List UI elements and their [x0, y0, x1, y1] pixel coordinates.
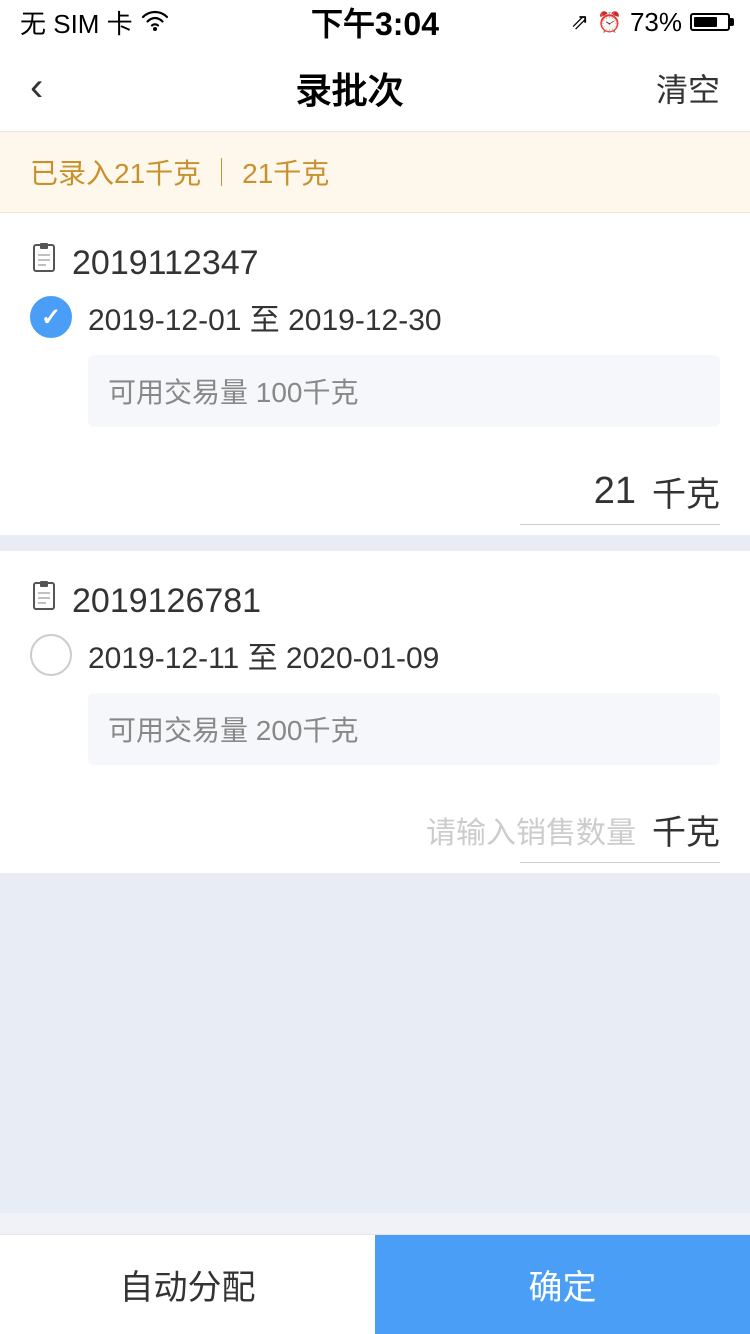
battery-percent: 73%: [630, 7, 682, 38]
batch-item-2: 2019126781 2019-12-11 至 2020-01-09 可用交易量…: [0, 551, 750, 785]
page-title: 录批次: [296, 62, 404, 114]
batch-2-date: 2019-12-11 至 2020-01-09: [88, 633, 439, 677]
status-time: 下午3:04: [311, 0, 439, 45]
recorded-label: 已录入21千克: [30, 152, 201, 192]
batch-1-quantity-underline: [520, 524, 720, 525]
batch-2-input-row: 请输入销售数量 千克: [0, 785, 750, 873]
batch-1-quantity-value: 21: [594, 470, 636, 513]
batch-1-icon: [30, 243, 62, 283]
clear-button[interactable]: 清空: [656, 65, 720, 111]
empty-space: [0, 873, 750, 1213]
batch-2-number: 2019126781: [72, 582, 261, 621]
batch-2-input-underline: [520, 862, 720, 863]
batch-item-1: 2019112347 2019-12-01 至 2019-12-30 可用交易量…: [0, 213, 750, 447]
batch-1-quantity-inner: 21 千克: [520, 467, 720, 525]
battery-icon: [690, 13, 730, 31]
batch-1-avail: 可用交易量 100千克: [88, 355, 720, 427]
batch-2-input-unit: 千克: [652, 805, 720, 854]
section-divider-1: [0, 535, 750, 551]
status-left: 无 SIM 卡: [20, 4, 169, 41]
batch-2-radio[interactable]: [30, 634, 72, 676]
batch-1-radio[interactable]: [30, 296, 72, 338]
wifi-icon: [141, 7, 169, 38]
batch-1-quantity-row: 21 千克: [0, 447, 750, 535]
banner-divider: [221, 158, 222, 186]
batch-2-input-inner: 请输入销售数量 千克: [426, 805, 720, 863]
batch-1-date: 2019-12-01 至 2019-12-30: [88, 295, 442, 339]
carrier-text: 无 SIM 卡: [20, 4, 133, 41]
batch-1-quantity-unit: 千克: [652, 467, 720, 516]
auto-assign-button[interactable]: 自动分配: [0, 1235, 375, 1334]
location-icon: ⇗: [571, 9, 589, 35]
batch-2-icon: [30, 581, 62, 621]
confirm-button[interactable]: 确定: [375, 1235, 750, 1334]
status-right: ⇗ ⏰ 73%: [571, 7, 730, 38]
batch-2-date-row: 2019-12-11 至 2020-01-09: [30, 633, 720, 677]
batch-2-header: 2019126781: [30, 581, 720, 621]
batch-1-number: 2019112347: [72, 244, 259, 283]
batch-2-input-placeholder[interactable]: 请输入销售数量: [426, 808, 636, 852]
status-bar: 无 SIM 卡 下午3:04 ⇗ ⏰ 73%: [0, 0, 750, 44]
recorded-value: 21千克: [242, 152, 329, 192]
back-button[interactable]: ‹: [30, 65, 43, 110]
batch-1-header: 2019112347: [30, 243, 720, 283]
alarm-icon: ⏰: [597, 10, 622, 35]
batch-2-avail: 可用交易量 200千克: [88, 693, 720, 765]
nav-bar: ‹ 录批次 清空: [0, 44, 750, 132]
bottom-bar: 自动分配 确定: [0, 1234, 750, 1334]
batch-1-date-row: 2019-12-01 至 2019-12-30: [30, 295, 720, 339]
info-banner: 已录入21千克 21千克: [0, 132, 750, 213]
